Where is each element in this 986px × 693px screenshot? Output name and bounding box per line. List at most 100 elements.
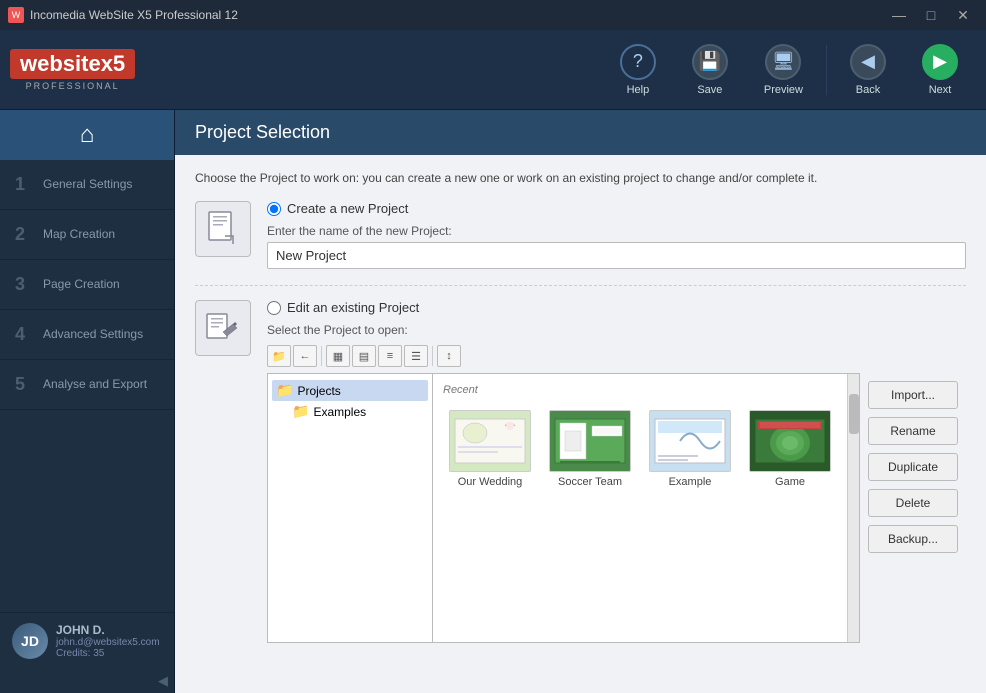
delete-button[interactable]: Delete bbox=[868, 489, 958, 517]
sidebar-num-1: 1 bbox=[15, 174, 33, 195]
thumbnail-soccer bbox=[549, 410, 631, 472]
sidebar-collapse-button[interactable]: ◀ bbox=[0, 669, 174, 693]
maximize-button[interactable]: □ bbox=[916, 5, 946, 25]
view-list-button[interactable]: ☰ bbox=[404, 345, 428, 367]
create-project-content: Create a new Project Enter the name of t… bbox=[267, 201, 966, 269]
file-browser-area: 📁 Projects 📁 Examples bbox=[267, 373, 966, 643]
back-label: Back bbox=[856, 84, 880, 96]
app-logo: websitex5 PROFESSIONAL bbox=[10, 49, 135, 91]
sort-button[interactable]: ↕ bbox=[437, 345, 461, 367]
thumbnail-game bbox=[749, 410, 831, 472]
new-project-field-label: Enter the name of the new Project: bbox=[267, 224, 966, 238]
edit-project-icon bbox=[195, 300, 251, 356]
tree-item-examples[interactable]: 📁 Examples bbox=[288, 401, 428, 422]
toolbar-mini-sep-2 bbox=[432, 346, 433, 366]
view-medium-button[interactable]: ▤ bbox=[352, 345, 376, 367]
next-label: Next bbox=[929, 84, 952, 96]
sidebar-item-page[interactable]: 3 Page Creation bbox=[0, 260, 174, 310]
next-icon: ▶ bbox=[922, 44, 958, 80]
duplicate-button[interactable]: Duplicate bbox=[868, 453, 958, 481]
sidebar-label-analyse: Analyse and Export bbox=[43, 377, 147, 393]
next-button[interactable]: ▶ Next bbox=[904, 36, 976, 104]
folder-icon-projects: 📁 bbox=[276, 382, 293, 399]
nav-back-button[interactable]: ← bbox=[293, 345, 317, 367]
sidebar-home-button[interactable]: ⌂ bbox=[0, 110, 174, 160]
sidebar-num-2: 2 bbox=[15, 224, 33, 245]
help-label: Help bbox=[627, 84, 650, 96]
file-action-panel: Import... Rename Duplicate Delete Backup… bbox=[860, 373, 966, 561]
import-button[interactable]: Import... bbox=[868, 381, 958, 409]
save-label: Save bbox=[697, 84, 722, 96]
sidebar-item-general[interactable]: 1 General Settings bbox=[0, 160, 174, 210]
scrollbar-thumb[interactable] bbox=[849, 394, 859, 434]
user-info: JOHN D. john.d@websitex5.com Credits: 35 bbox=[56, 623, 160, 659]
file-grid: Recent bbox=[433, 374, 847, 642]
app-icon: W bbox=[8, 7, 24, 23]
back-button[interactable]: ◀ Back bbox=[832, 36, 904, 104]
toolbar-divider bbox=[826, 45, 827, 95]
edit-project-radio[interactable] bbox=[267, 301, 281, 315]
content-area: Project Selection Choose the Project to … bbox=[175, 110, 986, 693]
thumbnail-example bbox=[649, 410, 731, 472]
main-toolbar: websitex5 PROFESSIONAL ? Help 💾 Save 🖥 P… bbox=[0, 30, 986, 110]
create-project-option: Create a new Project Enter the name of t… bbox=[195, 201, 966, 269]
preview-icon: 🖥 bbox=[765, 44, 801, 80]
user-email: john.d@websitex5.com bbox=[56, 637, 160, 648]
file-item-example[interactable]: Example bbox=[645, 406, 735, 492]
close-button[interactable]: ✕ bbox=[948, 5, 978, 25]
sidebar-item-analyse[interactable]: 5 Analyse and Export bbox=[0, 360, 174, 410]
create-project-title: Create a new Project bbox=[287, 201, 408, 216]
view-small-button[interactable]: ≡ bbox=[378, 345, 402, 367]
file-area: 📁 Projects 📁 Examples bbox=[267, 373, 860, 643]
create-project-radio[interactable] bbox=[267, 202, 281, 216]
user-avatar: JD bbox=[12, 623, 48, 659]
sidebar-num-5: 5 bbox=[15, 374, 33, 395]
sidebar-num-3: 3 bbox=[15, 274, 33, 295]
view-large-button[interactable]: ▦ bbox=[326, 345, 350, 367]
help-button[interactable]: ? Help bbox=[602, 36, 674, 104]
help-icon: ? bbox=[620, 44, 656, 80]
file-label-example: Example bbox=[669, 476, 712, 488]
file-item-game[interactable]: Game bbox=[745, 406, 835, 492]
sidebar-label-map: Map Creation bbox=[43, 227, 115, 243]
edit-project-title: Edit an existing Project bbox=[287, 300, 419, 315]
file-tree: 📁 Projects 📁 Examples bbox=[268, 374, 433, 642]
folder-nav-button[interactable]: 📁 bbox=[267, 345, 291, 367]
toolbar-mini-sep-1 bbox=[321, 346, 322, 366]
page-title: Project Selection bbox=[195, 122, 330, 142]
minimize-button[interactable]: — bbox=[884, 5, 914, 25]
backup-button[interactable]: Backup... bbox=[868, 525, 958, 553]
sidebar-num-4: 4 bbox=[15, 324, 33, 345]
sidebar-item-map[interactable]: 2 Map Creation bbox=[0, 210, 174, 260]
file-toolbar: 📁 ← ▦ ▤ ≡ ☰ ↕ bbox=[267, 345, 966, 367]
folder-icon-examples: 📁 bbox=[292, 403, 309, 420]
titlebar-title: Incomedia WebSite X5 Professional 12 bbox=[30, 8, 884, 22]
new-project-name-input[interactable] bbox=[267, 242, 966, 269]
save-button[interactable]: 💾 Save bbox=[674, 36, 746, 104]
tree-item-projects[interactable]: 📁 Projects bbox=[272, 380, 428, 401]
back-icon: ◀ bbox=[850, 44, 886, 80]
edit-project-option: Edit an existing Project Select the Proj… bbox=[195, 300, 966, 643]
thumbnail-wedding bbox=[449, 410, 531, 472]
sidebar-footer: JD JOHN D. john.d@websitex5.com Credits:… bbox=[0, 612, 174, 669]
file-grid-scrollbar[interactable] bbox=[847, 374, 859, 642]
content-header: Project Selection bbox=[175, 110, 986, 155]
sidebar-label-general: General Settings bbox=[43, 177, 132, 193]
edit-project-content: Edit an existing Project Select the Proj… bbox=[267, 300, 966, 643]
rename-button[interactable]: Rename bbox=[868, 417, 958, 445]
preview-label: Preview bbox=[764, 84, 803, 96]
edit-option-label-row: Edit an existing Project bbox=[267, 300, 966, 315]
avatar-inner: JD bbox=[12, 623, 48, 659]
sidebar-item-advanced[interactable]: 4 Advanced Settings bbox=[0, 310, 174, 360]
logo-text: websitex5 bbox=[10, 49, 135, 79]
separator bbox=[195, 285, 966, 286]
file-item-soccer[interactable]: Soccer Team bbox=[545, 406, 635, 492]
sidebar: ⌂ 1 General Settings 2 Map Creation 3 Pa… bbox=[0, 110, 175, 693]
sidebar-label-advanced: Advanced Settings bbox=[43, 327, 143, 343]
preview-button[interactable]: 🖥 Preview bbox=[746, 36, 821, 104]
tree-label-projects: Projects bbox=[297, 384, 340, 398]
file-grid-label: Recent bbox=[441, 382, 839, 402]
create-option-label-row: Create a new Project bbox=[267, 201, 966, 216]
file-item-wedding[interactable]: Our Wedding bbox=[445, 406, 535, 492]
content-body: Choose the Project to work on: you can c… bbox=[175, 155, 986, 693]
